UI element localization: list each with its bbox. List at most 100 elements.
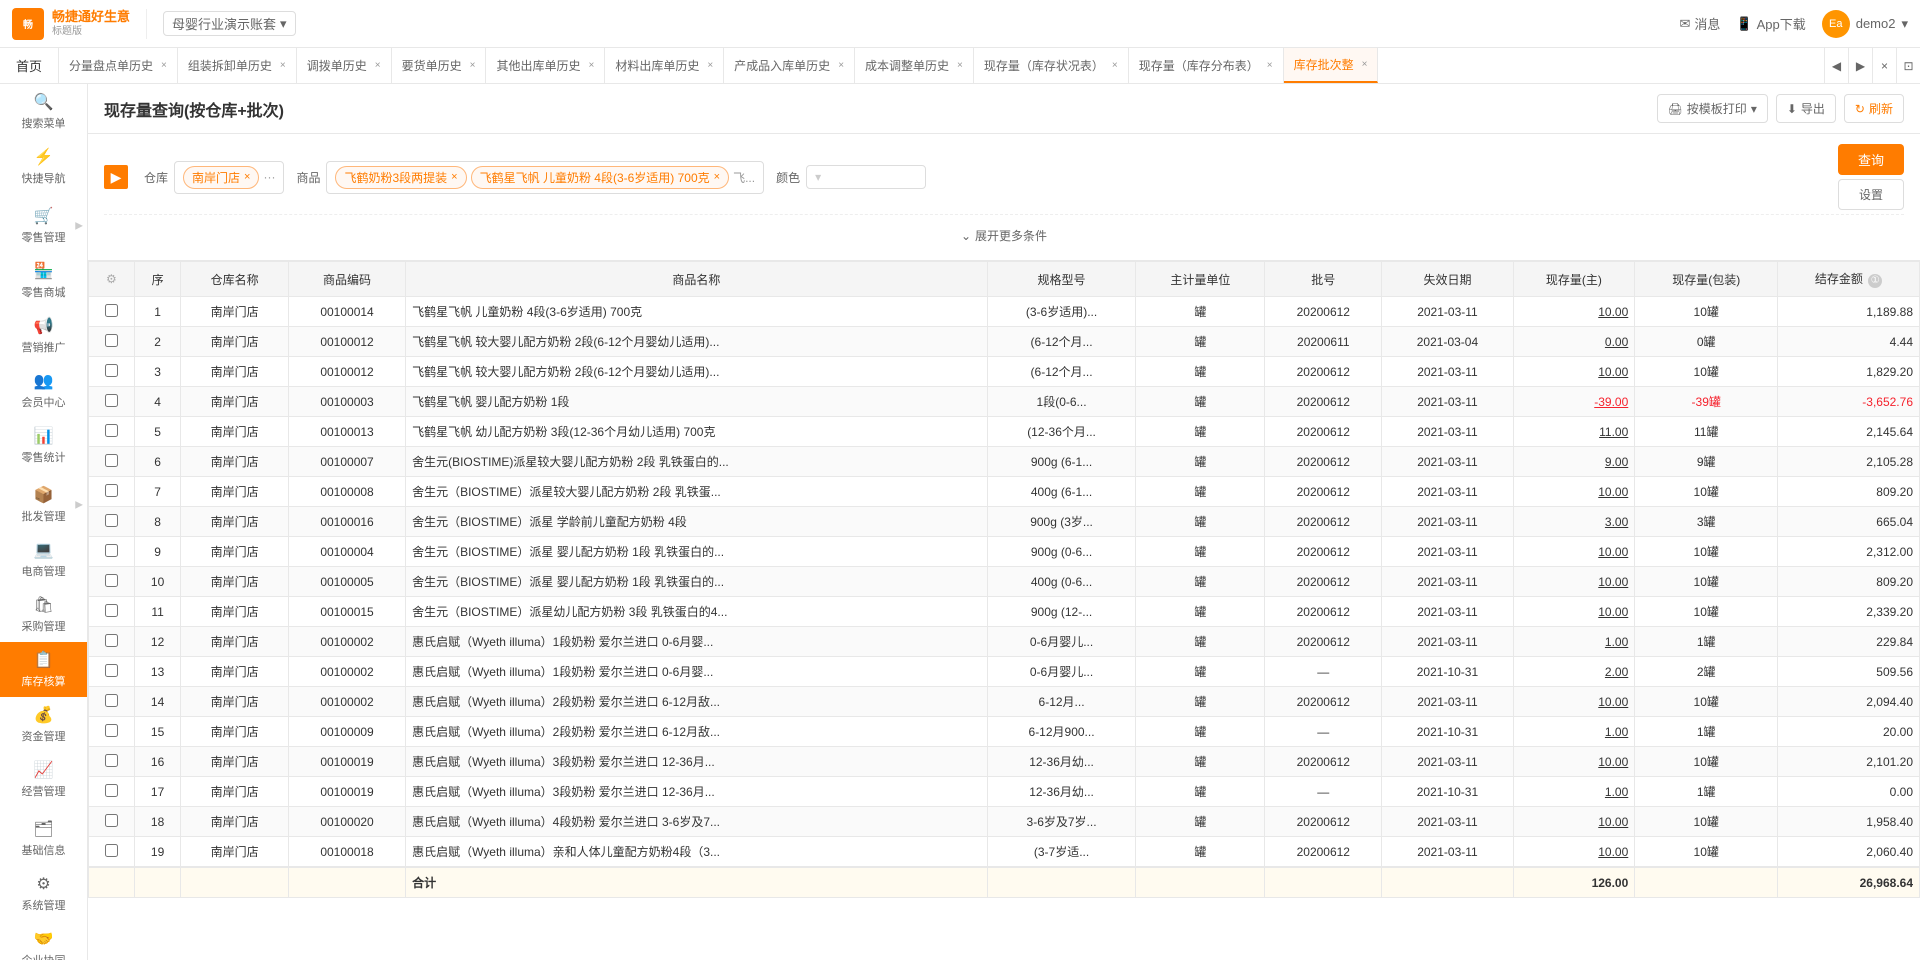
sidebar-item-ecommerce[interactable]: 💻 电商管理 — [0, 532, 87, 587]
row-qty-main[interactable]: 1.00 — [1513, 627, 1635, 657]
sidebar-item-purchase[interactable]: 🛍 采购管理 — [0, 587, 87, 642]
col-settings-header[interactable]: ⚙ — [89, 262, 135, 297]
row-checkbox[interactable] — [89, 387, 135, 417]
refresh-btn[interactable]: ↻ 刷新 — [1844, 94, 1904, 123]
tab-zu-chai[interactable]: 组装拆卸单历史 × — [178, 48, 297, 83]
row-checkbox[interactable] — [89, 297, 135, 327]
row-checkbox[interactable] — [89, 357, 135, 387]
message-btn[interactable]: ✉ 消息 — [1679, 14, 1720, 33]
user-area[interactable]: Ea demo2 ▾ — [1822, 10, 1908, 38]
sidebar-item-basic[interactable]: 🗂 基础信息 — [0, 811, 87, 866]
row-checkbox[interactable] — [89, 807, 135, 837]
tab-xian-cun-fb[interactable]: 现存量（库存分布表） × — [1129, 48, 1284, 83]
sidebar-item-retail-mgmt[interactable]: 🛒 零售管理 ▶ — [0, 198, 87, 253]
row-qty-main[interactable]: 10.00 — [1513, 597, 1635, 627]
balance-info-icon[interactable]: ① — [1868, 274, 1882, 288]
row-qty-main[interactable]: 10.00 — [1513, 477, 1635, 507]
row-qty-main[interactable]: 10.00 — [1513, 357, 1635, 387]
app-download-btn[interactable]: 📱 App下载 — [1736, 14, 1805, 33]
tab-cheng-ben-close[interactable]: × — [957, 60, 963, 71]
row-checkbox[interactable] — [89, 717, 135, 747]
tab-chan-pin[interactable]: 产成品入库单历史 × — [724, 48, 855, 83]
industry-select[interactable]: 母婴行业演示账套 ▾ — [163, 11, 296, 36]
row-checkbox[interactable] — [89, 777, 135, 807]
row-qty-main[interactable]: 1.00 — [1513, 717, 1635, 747]
sidebar-quick-nav[interactable]: ⚡ 快捷导航 — [0, 139, 87, 194]
expand-arrow-btn[interactable]: ▶ — [104, 165, 128, 189]
row-checkbox[interactable] — [89, 687, 135, 717]
tab-yao-huo[interactable]: 要货单历史 × — [392, 48, 487, 83]
product-more[interactable]: 飞... — [733, 169, 755, 186]
sidebar-item-business[interactable]: 📈 经营管理 — [0, 752, 87, 807]
tab-yao-huo-close[interactable]: × — [470, 60, 476, 71]
tab-home[interactable]: 首页 — [0, 48, 59, 83]
sidebar-search[interactable]: 🔍 搜索菜单 — [0, 84, 87, 139]
sidebar-item-retail-shop[interactable]: 🏪 零售商城 — [0, 253, 87, 308]
sidebar-item-inventory[interactable]: 📋 库存核算 — [0, 642, 87, 697]
tab-xian-cun-fb-close[interactable]: × — [1267, 60, 1273, 71]
tab-qi-ta-close[interactable]: × — [588, 60, 594, 71]
row-checkbox[interactable] — [89, 657, 135, 687]
sidebar-item-finance[interactable]: 💰 资金管理 — [0, 697, 87, 752]
row-checkbox[interactable] — [89, 747, 135, 777]
product-tag-2-close[interactable]: × — [714, 171, 720, 183]
product-input[interactable]: 飞鹤奶粉3段两提装 × 飞鹤星飞帆 儿童奶粉 4段(3-6岁适用) 700克 ×… — [326, 161, 764, 194]
row-qty-main[interactable]: 10.00 — [1513, 747, 1635, 777]
template-print-btn[interactable]: 🖨 按模板打印 ▾ — [1657, 94, 1768, 123]
warehouse-tag-close[interactable]: × — [244, 171, 250, 183]
warehouse-input[interactable]: 南岸门店 × ··· — [174, 161, 284, 194]
sidebar-item-member[interactable]: 👥 会员中心 — [0, 363, 87, 418]
row-qty-main[interactable]: 10.00 — [1513, 297, 1635, 327]
sidebar-item-retail-stat[interactable]: 📊 零售统计 — [0, 418, 87, 473]
row-qty-main[interactable]: 11.00 — [1513, 417, 1635, 447]
tab-close-btn[interactable]: × — [1872, 48, 1896, 84]
sidebar-item-enterprise[interactable]: 🤝 企业协同 — [0, 921, 87, 960]
tab-ku-cun-pc[interactable]: 库存批次整 × — [1284, 48, 1379, 83]
row-qty-main[interactable]: 9.00 — [1513, 447, 1635, 477]
row-checkbox[interactable] — [89, 567, 135, 597]
row-qty-main[interactable]: 10.00 — [1513, 807, 1635, 837]
settings-btn[interactable]: 设置 — [1838, 179, 1904, 210]
row-checkbox[interactable] — [89, 327, 135, 357]
tab-cai-liao-close[interactable]: × — [707, 60, 713, 71]
sidebar-item-system[interactable]: ⚙ 系统管理 — [0, 866, 87, 921]
row-qty-main[interactable]: 0.00 — [1513, 327, 1635, 357]
tab-qi-ta[interactable]: 其他出库单历史 × — [486, 48, 605, 83]
row-qty-main[interactable]: 10.00 — [1513, 567, 1635, 597]
row-checkbox[interactable] — [89, 507, 135, 537]
search-btn[interactable]: 查询 — [1838, 144, 1904, 175]
row-checkbox[interactable] — [89, 477, 135, 507]
tab-zu-chai-close[interactable]: × — [280, 60, 286, 71]
product-tag-1-close[interactable]: × — [451, 171, 457, 183]
row-checkbox[interactable] — [89, 417, 135, 447]
row-qty-main[interactable]: 2.00 — [1513, 657, 1635, 687]
tab-tiao-bo-close[interactable]: × — [375, 60, 381, 71]
row-checkbox[interactable] — [89, 447, 135, 477]
sidebar-item-marketing[interactable]: 📢 营销推广 — [0, 308, 87, 363]
tab-xian-cun-kk[interactable]: 现存量（库存状况表） × — [974, 48, 1129, 83]
export-btn[interactable]: ⬇ 导出 — [1776, 94, 1836, 123]
tab-fen-pan[interactable]: 分量盘点单历史 × — [59, 48, 178, 83]
color-input[interactable]: ▾ — [806, 165, 926, 189]
tab-ku-cun-pc-close[interactable]: × — [1362, 59, 1368, 70]
warehouse-more[interactable]: ··· — [263, 170, 275, 184]
row-checkbox[interactable] — [89, 837, 135, 868]
row-qty-main[interactable]: -39.00 — [1513, 387, 1635, 417]
row-checkbox[interactable] — [89, 537, 135, 567]
tab-xian-cun-kk-close[interactable]: × — [1112, 60, 1118, 71]
tab-chan-pin-close[interactable]: × — [838, 60, 844, 71]
row-checkbox[interactable] — [89, 627, 135, 657]
row-qty-main[interactable]: 3.00 — [1513, 507, 1635, 537]
expand-conditions-btn[interactable]: ⌄ 展开更多条件 — [961, 227, 1047, 244]
tab-tiao-bo[interactable]: 调拨单历史 × — [297, 48, 392, 83]
tab-next-btn[interactable]: ▶ — [1848, 48, 1872, 84]
tab-cheng-ben[interactable]: 成本调整单历史 × — [855, 48, 974, 83]
sidebar-item-wholesale[interactable]: 📦 批发管理 ▶ — [0, 477, 87, 532]
tab-fen-pan-close[interactable]: × — [161, 60, 167, 71]
tab-cai-liao[interactable]: 材料出库单历史 × — [605, 48, 724, 83]
row-qty-main[interactable]: 10.00 — [1513, 837, 1635, 868]
row-qty-main[interactable]: 1.00 — [1513, 777, 1635, 807]
row-checkbox[interactable] — [89, 597, 135, 627]
tab-prev-btn[interactable]: ◀ — [1824, 48, 1848, 84]
tab-more-btn[interactable]: ⊡ — [1896, 48, 1920, 84]
